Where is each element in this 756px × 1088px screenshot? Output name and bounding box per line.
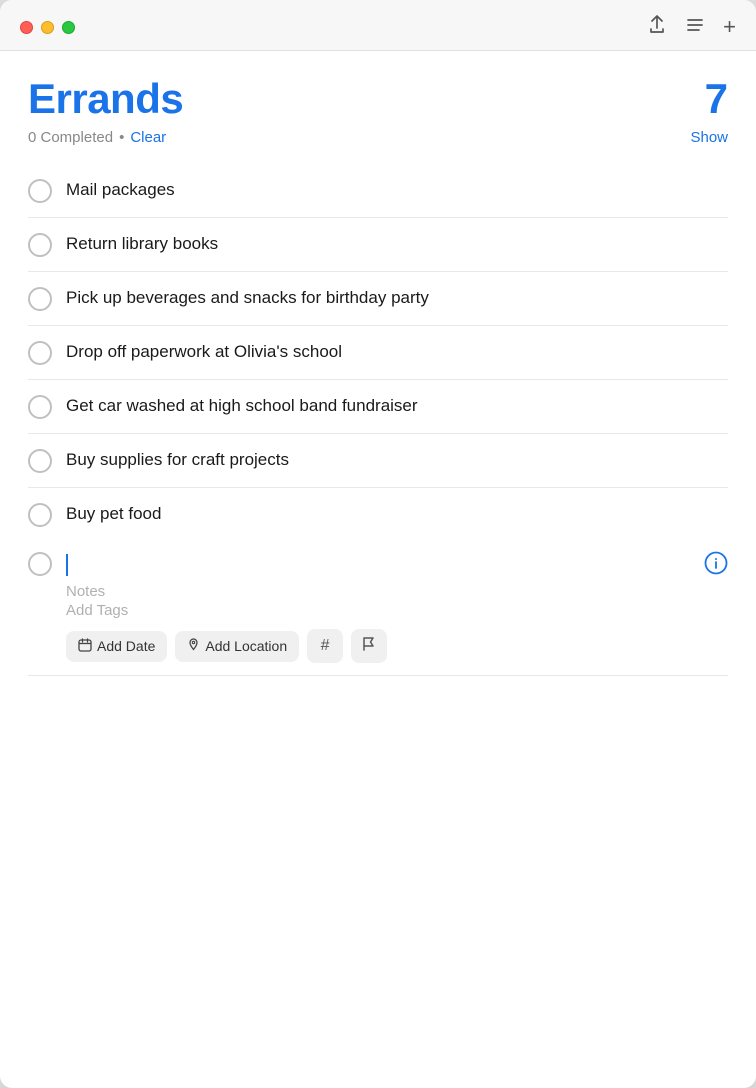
text-cursor [66,554,68,576]
clear-button[interactable]: Clear [130,129,166,146]
flag-button[interactable] [351,629,387,663]
maximize-button[interactable] [62,21,75,34]
list-icon[interactable] [685,15,705,40]
task-count: 7 [705,75,728,123]
header-row: Errands 7 [28,75,728,123]
completed-left: 0 Completed • Clear [28,129,166,146]
add-date-label: Add Date [97,638,155,654]
new-task-content: Notes Add Tags Add Date [66,551,728,675]
titlebar: + [0,0,756,51]
completed-row: 0 Completed • Clear Show [28,129,728,146]
notes-placeholder[interactable]: Notes [66,583,728,600]
minimize-button[interactable] [41,21,54,34]
flag-icon [361,636,377,657]
task-text: Mail packages [66,178,728,202]
task-text: Buy supplies for craft projects [66,448,728,472]
main-content: Errands 7 0 Completed • Clear Show Mail … [0,51,756,1088]
task-checkbox[interactable] [28,233,52,257]
show-button[interactable]: Show [690,129,728,146]
new-task-item: Notes Add Tags Add Date [28,541,728,676]
task-text: Return library books [66,232,728,256]
task-checkbox[interactable] [28,287,52,311]
page-title: Errands [28,75,183,123]
location-icon [187,638,200,655]
app-window: + Errands 7 0 Completed • Clear Show Mai… [0,0,756,1088]
task-text: Buy pet food [66,502,728,526]
new-task-checkbox[interactable] [28,552,52,576]
list-item: Buy pet food [28,488,728,541]
info-icon[interactable] [704,551,728,581]
task-checkbox[interactable] [28,449,52,473]
list-item: Mail packages [28,164,728,218]
task-checkbox[interactable] [28,395,52,419]
traffic-lights [20,21,75,34]
add-location-label: Add Location [205,638,287,654]
list-item: Pick up beverages and snacks for birthda… [28,272,728,326]
separator: • [119,129,124,146]
completed-label: 0 Completed [28,129,113,146]
close-button[interactable] [20,21,33,34]
task-checkbox[interactable] [28,341,52,365]
task-list: Mail packages Return library books Pick … [28,164,728,541]
list-item: Return library books [28,218,728,272]
task-text: Drop off paperwork at Olivia's school [66,340,728,364]
tags-placeholder[interactable]: Add Tags [66,602,728,619]
task-checkbox[interactable] [28,503,52,527]
calendar-icon [78,638,92,655]
add-location-button[interactable]: Add Location [175,631,299,662]
task-text: Get car washed at high school band fundr… [66,394,728,418]
list-item: Get car washed at high school band fundr… [28,380,728,434]
list-item: Drop off paperwork at Olivia's school [28,326,728,380]
add-date-button[interactable]: Add Date [66,631,167,662]
hashtag-icon: # [321,637,330,655]
task-actions-row: Add Date Add Location # [66,629,728,663]
task-checkbox[interactable] [28,179,52,203]
task-text: Pick up beverages and snacks for birthda… [66,286,728,310]
share-icon[interactable] [647,15,667,40]
list-item: Buy supplies for craft projects [28,434,728,488]
add-icon[interactable]: + [723,14,736,40]
hashtag-button[interactable]: # [307,629,343,663]
titlebar-actions: + [647,14,736,40]
